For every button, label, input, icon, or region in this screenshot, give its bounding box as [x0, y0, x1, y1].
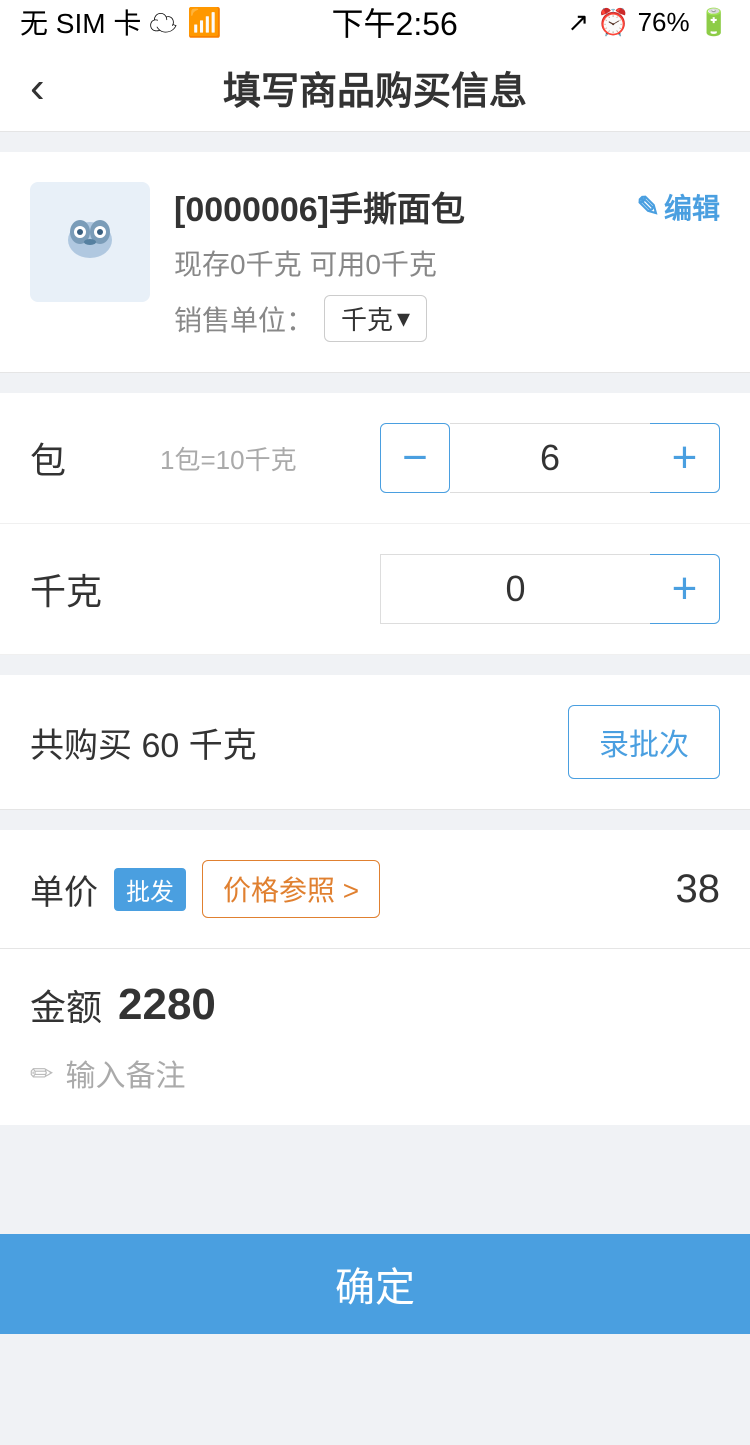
- back-button[interactable]: ‹: [30, 63, 45, 113]
- product-name-row: [0000006]手撕面包 ✎ 编辑: [174, 182, 720, 231]
- product-image: [30, 182, 150, 302]
- kg-input[interactable]: [380, 554, 650, 624]
- amount-section: 金额 2280 ✏ 输入备注: [0, 949, 750, 1125]
- bao-controls: − +: [380, 423, 720, 493]
- note-row[interactable]: ✏ 输入备注: [30, 1051, 720, 1095]
- edit-icon: ✎: [637, 190, 660, 223]
- kg-label: 千克: [30, 563, 150, 615]
- location-icon: ↗: [567, 7, 589, 38]
- sim-label: 无 SIM 卡 ☁: [20, 2, 177, 42]
- status-left: 无 SIM 卡 ☁ 📶: [20, 2, 222, 42]
- price-section: 单价 批发 价格参照 > 38: [0, 830, 750, 949]
- price-value: 38: [676, 867, 721, 912]
- dropdown-arrow-icon: ▾: [397, 303, 410, 334]
- kg-plus-button[interactable]: +: [650, 554, 720, 624]
- bao-input[interactable]: [450, 423, 650, 493]
- bao-row: 包 1包=10千克 − +: [0, 393, 750, 524]
- edit-button[interactable]: ✎ 编辑: [637, 187, 720, 227]
- status-bar: 无 SIM 卡 ☁ 📶 下午2:56 ↗ ⏰ 76% 🔋: [0, 0, 750, 44]
- pencil-icon: ✏: [30, 1057, 53, 1090]
- status-right: ↗ ⏰ 76% 🔋: [567, 7, 730, 38]
- unit-label: 销售单位：: [174, 299, 314, 339]
- battery-percent: 76%: [638, 7, 690, 38]
- unit-dropdown[interactable]: 千克 ▾: [324, 295, 427, 342]
- unit-value: 千克: [341, 300, 393, 337]
- wifi-icon: 📶: [187, 6, 222, 39]
- product-logo: [60, 206, 120, 278]
- batch-button[interactable]: 录批次: [568, 705, 720, 779]
- amount-row: 金额 2280: [30, 979, 720, 1031]
- total-section: 共购买 60 千克 录批次: [0, 675, 750, 810]
- product-info: [0000006]手撕面包 ✎ 编辑 现存0千克 可用0千克 销售单位： 千克 …: [174, 182, 720, 342]
- page-title: 填写商品购买信息: [223, 60, 527, 115]
- battery-icon: 🔋: [698, 7, 730, 38]
- product-unit-row: 销售单位： 千克 ▾: [174, 295, 720, 342]
- price-tag: 批发: [114, 868, 186, 911]
- product-section: [0000006]手撕面包 ✎ 编辑 现存0千克 可用0千克 销售单位： 千克 …: [0, 152, 750, 373]
- quantity-section: 包 1包=10千克 − + 千克 +: [0, 393, 750, 655]
- nav-bar: ‹ 填写商品购买信息: [0, 44, 750, 132]
- price-ref-button[interactable]: 价格参照 >: [202, 860, 380, 918]
- alarm-icon: ⏰: [597, 7, 629, 38]
- amount-value: 2280: [118, 980, 216, 1030]
- bao-minus-button[interactable]: −: [380, 423, 450, 493]
- bao-sublabel: 1包=10千克: [160, 440, 297, 477]
- price-ref-label: 价格参照 >: [223, 869, 359, 909]
- kg-row: 千克 +: [0, 524, 750, 655]
- note-label: 输入备注: [65, 1051, 185, 1095]
- total-text: 共购买 60 千克: [30, 718, 257, 767]
- confirm-button[interactable]: 确定: [0, 1234, 750, 1334]
- edit-label: 编辑: [664, 187, 720, 227]
- status-time: 下午2:56: [332, 0, 458, 45]
- product-stock: 现存0千克 可用0千克: [174, 243, 720, 283]
- bao-label: 包: [30, 432, 150, 484]
- amount-label: 金额: [30, 979, 102, 1031]
- product-code-name: [0000006]手撕面包: [174, 182, 465, 231]
- bao-plus-button[interactable]: +: [650, 423, 720, 493]
- kg-controls: +: [380, 554, 720, 624]
- price-label: 单价: [30, 865, 98, 914]
